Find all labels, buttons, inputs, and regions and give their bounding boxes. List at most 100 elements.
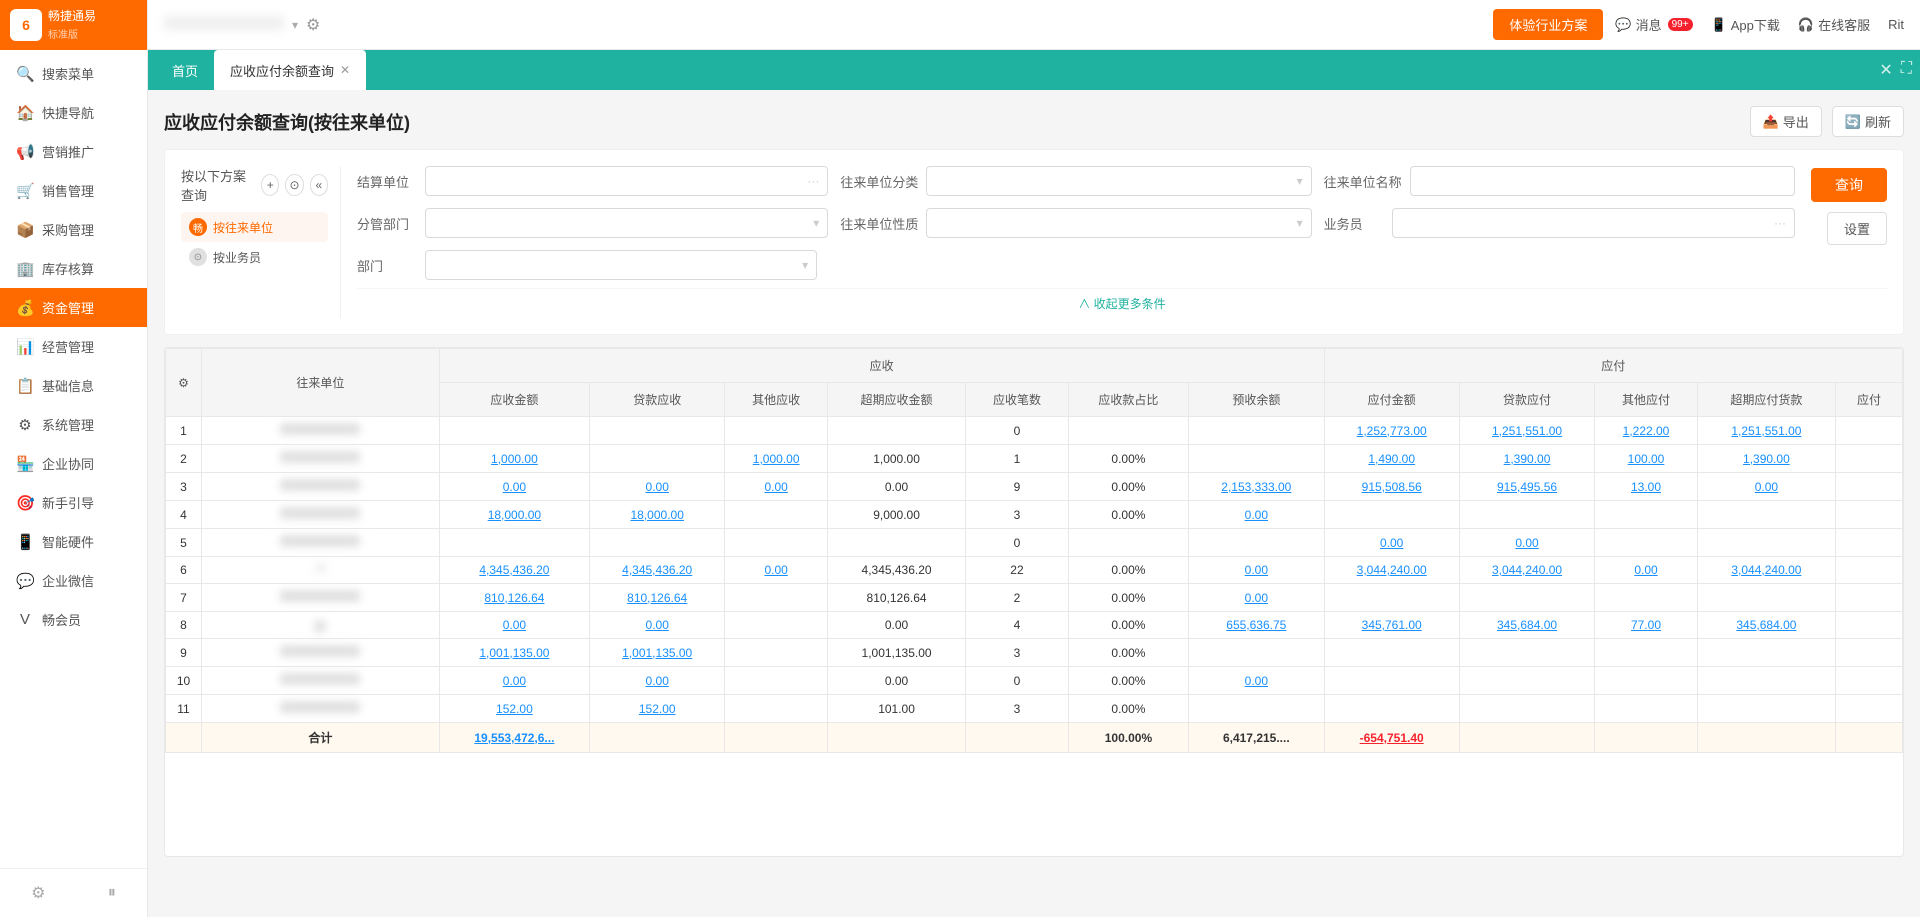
table-cell[interactable]: 77.00 <box>1595 612 1698 639</box>
filter-input-name[interactable] <box>1410 166 1795 196</box>
sidebar-item-marketing[interactable]: 📢营销推广 <box>0 132 147 171</box>
table-cell[interactable]: 1,000.00 <box>725 445 828 473</box>
sidebar-item-wechat[interactable]: 💬企业微信 <box>0 561 147 600</box>
table-cell[interactable]: 0.00 <box>590 473 725 501</box>
table-cell[interactable]: 1,252,773.00 <box>1324 417 1459 445</box>
app-download-btn[interactable]: 📱 App下载 <box>1711 15 1780 34</box>
table-cell[interactable]: 18,000.00 <box>590 501 725 529</box>
sidebar-item-enterprise[interactable]: 🏪企业协同 <box>0 444 147 483</box>
promo-button[interactable]: 体验行业方案 <box>1493 9 1603 40</box>
filter-input-dept[interactable]: ▾ <box>425 250 817 280</box>
tab-close-btn[interactable]: ✕ <box>1879 60 1892 80</box>
table-cell[interactable]: 0.00 <box>1459 529 1594 557</box>
method-by-unit[interactable]: 畅 按往来单位 <box>181 212 328 242</box>
export-button[interactable]: 📤 导出 <box>1750 106 1822 137</box>
table-cell[interactable]: 13.00 <box>1595 473 1698 501</box>
sidebar-item-finance[interactable]: 💰资金管理 <box>0 288 147 327</box>
table-cell[interactable]: 3,044,240.00 <box>1459 557 1594 584</box>
table-cell[interactable]: 0.00 <box>1324 529 1459 557</box>
sidebar-item-guide[interactable]: 🎯新手引导 <box>0 483 147 522</box>
filter-collapse-btn[interactable]: ∧ 收起更多条件 <box>357 288 1887 318</box>
table-cell[interactable]: 1,490.00 <box>1324 445 1459 473</box>
sidebar-item-nav[interactable]: 🏠快捷导航 <box>0 93 147 132</box>
scheme-settings-btn[interactable]: ⊙ <box>285 174 303 196</box>
table-cell[interactable]: 4,345,436.20 <box>590 557 725 584</box>
add-scheme-btn[interactable]: + <box>261 174 279 196</box>
table-cell[interactable]: 2,153,333.00 <box>1189 473 1324 501</box>
table-cell[interactable]: 3,044,240.00 <box>1324 557 1459 584</box>
table-cell[interactable]: 1,222.00 <box>1595 417 1698 445</box>
top-header: ▾ ⚙ 体验行业方案 💬 消息 99+ 📱 App下载 🎧 在线客服 Rit <box>148 0 1920 50</box>
table-cell[interactable]: 1,390.00 <box>1459 445 1594 473</box>
table-cell[interactable]: 152.00 <box>590 695 725 723</box>
table-cell[interactable]: 1,001,135.00 <box>590 639 725 667</box>
table-cell[interactable]: 1,000.00 <box>439 445 589 473</box>
sidebar-item-search[interactable]: 🔍搜索菜单 <box>0 54 147 93</box>
table-cell[interactable]: 1,390.00 <box>1697 445 1835 473</box>
table-settings-icon[interactable]: ⚙ <box>166 349 202 417</box>
sidebar-item-system[interactable]: ⚙系统管理 <box>0 405 147 444</box>
table-cell[interactable]: 810,126.64 <box>590 584 725 612</box>
table-cell[interactable]: 1,001,135.00 <box>439 639 589 667</box>
filter-input-salesperson[interactable]: ··· <box>1392 208 1795 238</box>
table-cell[interactable]: 0.00 <box>439 473 589 501</box>
table-cell[interactable]: 0.00 <box>590 667 725 695</box>
vip-icon: V <box>16 611 34 628</box>
sidebar-item-purchase[interactable]: 📦采购管理 <box>0 210 147 249</box>
query-button[interactable]: 查询 <box>1811 168 1887 202</box>
sidebar-item-inventory[interactable]: 🏢库存核算 <box>0 249 147 288</box>
table-cell[interactable]: 915,508.56 <box>1324 473 1459 501</box>
tab-query[interactable]: 应收应付余额查询 ✕ <box>214 50 366 90</box>
table-cell[interactable]: 915,495.56 <box>1459 473 1594 501</box>
table-cell[interactable]: 345,684.00 <box>1697 612 1835 639</box>
filter-input-nature[interactable]: ▾ <box>926 208 1311 238</box>
table-cell[interactable]: 0.00 <box>1697 473 1835 501</box>
table-cell[interactable]: 152.00 <box>439 695 589 723</box>
message-btn[interactable]: 💬 消息 99+ <box>1615 15 1692 34</box>
table-cell[interactable]: 100.00 <box>1595 445 1698 473</box>
collapse-sidebar-btn[interactable]: ⏸ <box>98 880 126 906</box>
table-cell[interactable]: 0.00 <box>1189 501 1324 529</box>
sidebar-item-sales[interactable]: 🛒销售管理 <box>0 171 147 210</box>
table-cell[interactable]: 810,126.64 <box>439 584 589 612</box>
filter-input-dept-manage[interactable]: ▾ <box>425 208 828 238</box>
filter-input-category[interactable]: ▾ <box>926 166 1311 196</box>
table-cell[interactable]: 0.00 <box>1595 557 1698 584</box>
table-cell[interactable]: 0.00 <box>590 612 725 639</box>
table-cell[interactable]: 0.00 <box>1189 557 1324 584</box>
tab-expand-btn[interactable]: ⛶ <box>1901 60 1912 80</box>
online-service-btn[interactable]: 🎧 在线客服 <box>1798 15 1870 34</box>
table-cell[interactable]: 345,761.00 <box>1324 612 1459 639</box>
table-cell[interactable]: 0.00 <box>1189 667 1324 695</box>
table-cell[interactable]: 3,044,240.00 <box>1697 557 1835 584</box>
tab-bar: 首页 应收应付余额查询 ✕ ✕ ⛶ <box>148 50 1920 90</box>
settings-bottom-btn[interactable]: ⚙ <box>21 879 55 907</box>
filter-input-settlement[interactable]: ··· <box>425 166 828 196</box>
table-cell[interactable]: 0.00 <box>439 667 589 695</box>
method-by-staff[interactable]: ⊙ 按业务员 <box>181 242 328 272</box>
table-cell[interactable]: 18,000.00 <box>439 501 589 529</box>
table-cell <box>1697 501 1835 529</box>
table-cell[interactable]: 0.00 <box>725 473 828 501</box>
table-cell[interactable]: 0.00 <box>725 557 828 584</box>
sidebar-item-basic[interactable]: 📋基础信息 <box>0 366 147 405</box>
setting-button[interactable]: 设置 <box>1827 212 1887 245</box>
tab-home[interactable]: 首页 <box>156 50 214 90</box>
sidebar-item-hardware[interactable]: 📱智能硬件 <box>0 522 147 561</box>
table-cell[interactable]: 1,251,551.00 <box>1697 417 1835 445</box>
settings-icon[interactable]: ⚙ <box>306 15 320 35</box>
table-cell[interactable]: 0.00 <box>439 612 589 639</box>
tab-close-icon[interactable]: ✕ <box>340 63 350 77</box>
sidebar-item-vip[interactable]: V畅会员 <box>0 600 147 639</box>
table-cell[interactable]: 655,636.75 <box>1189 612 1324 639</box>
table-cell[interactable]: 1,251,551.00 <box>1459 417 1594 445</box>
footer-rec-total[interactable]: 19,553,472,6... <box>439 723 589 753</box>
sidebar-item-operations[interactable]: 📊经营管理 <box>0 327 147 366</box>
user-name[interactable]: Rit <box>1888 17 1904 32</box>
table-cell[interactable]: 345,684.00 <box>1459 612 1594 639</box>
scheme-collapse-btn[interactable]: « <box>310 174 328 196</box>
refresh-button[interactable]: 🔄 刷新 <box>1832 106 1904 137</box>
footer-pay-total[interactable]: -654,751.40 <box>1324 723 1459 753</box>
table-cell[interactable]: 4,345,436.20 <box>439 557 589 584</box>
table-cell[interactable]: 0.00 <box>1189 584 1324 612</box>
